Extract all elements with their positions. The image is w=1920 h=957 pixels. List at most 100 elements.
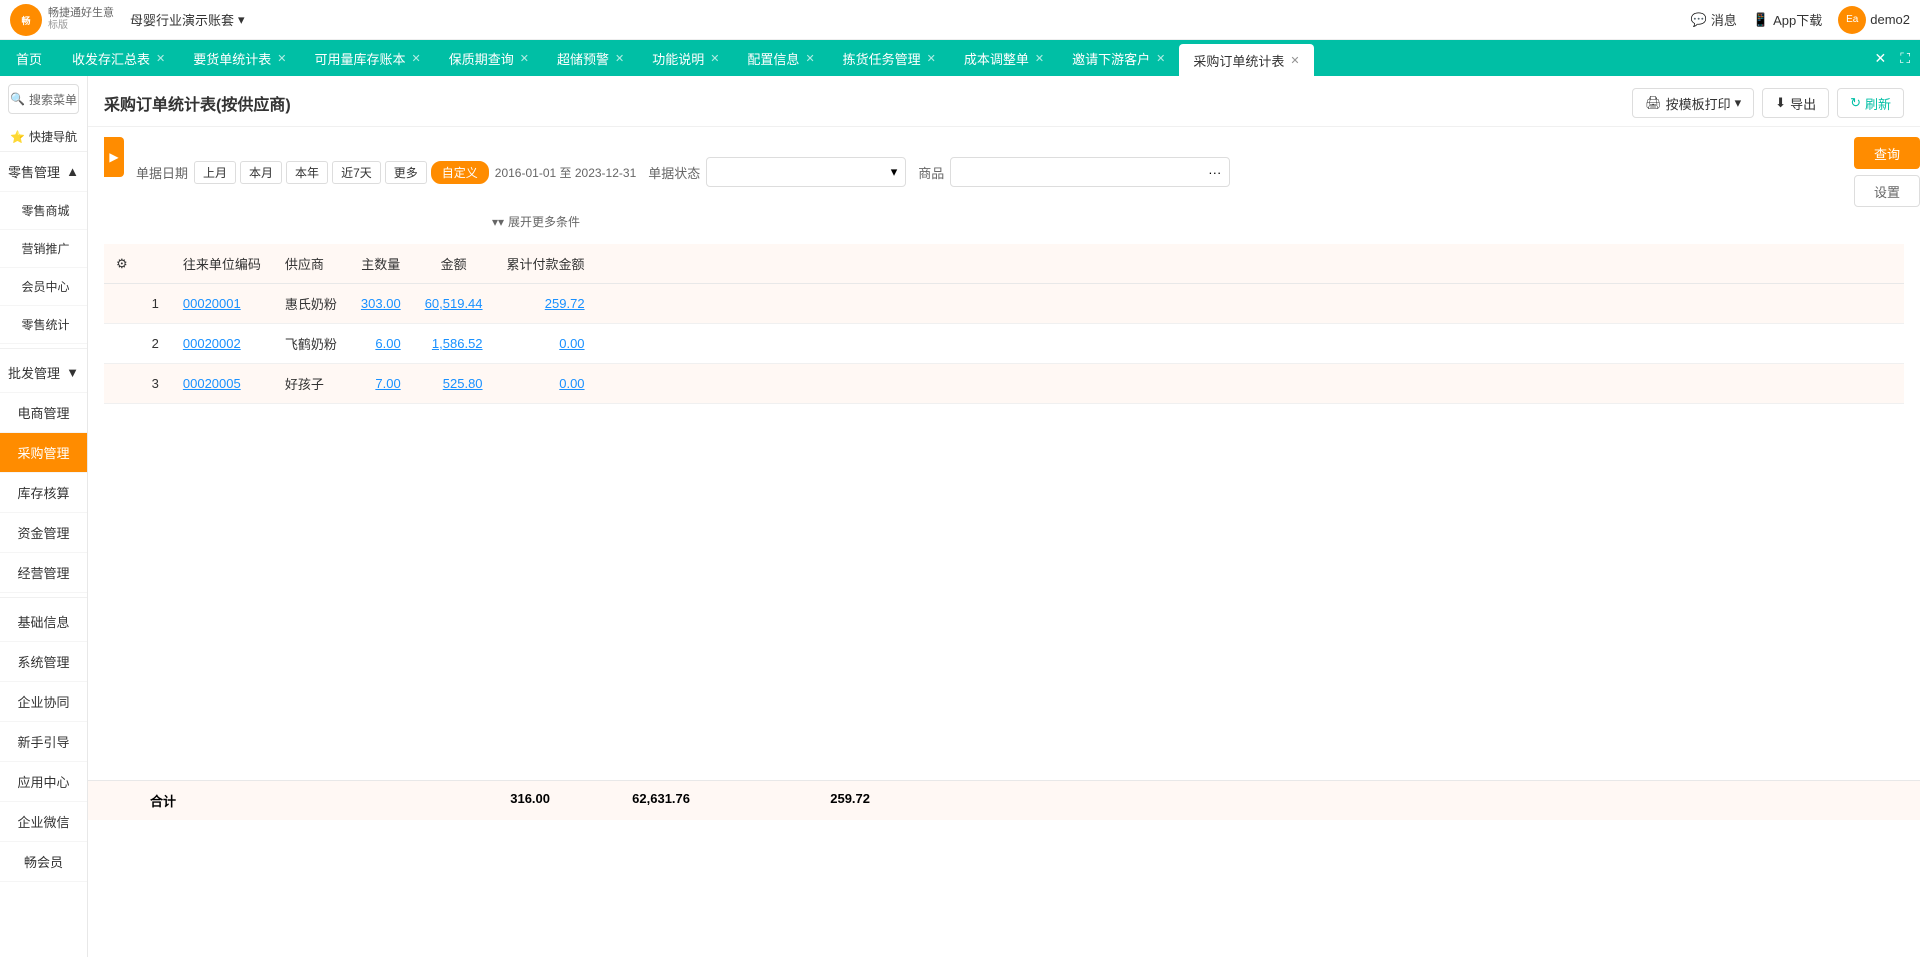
print-btn[interactable]: 🖨 按模板打印 ▾ <box>1632 88 1754 118</box>
search-icon: 🔍 <box>10 92 25 106</box>
sidebar-item-app-center[interactable]: 应用中心 <box>0 762 87 802</box>
member-center-label: 会员中心 <box>21 280 69 294</box>
row-unit-code-2[interactable]: 00020002 <box>171 324 273 364</box>
close-icon[interactable]: ✕ <box>1290 54 1299 67</box>
table-container: ⚙ 往来单位编码 供应商 主数量 金额 累计付款金额 <box>88 244 1920 420</box>
logo-text: 畅捷通好生意 标版 <box>48 7 114 32</box>
sidebar-item-member-center[interactable]: 会员中心 <box>0 268 87 306</box>
row-amount-2[interactable]: 1,586.52 <box>413 324 495 364</box>
shortcut-more[interactable]: 更多 <box>385 161 427 184</box>
table-row: 1 00020001 惠氏奶粉 303.00 60,519.44 259.72 <box>104 284 1904 324</box>
close-icon[interactable]: ✕ <box>277 52 286 65</box>
sidebar-item-inventory-check[interactable]: 库存核算 <box>0 473 87 513</box>
row-settings-cell <box>104 324 140 364</box>
sidebar-item-marketing[interactable]: 营销推广 <box>0 230 87 268</box>
tab-func-desc-label: 功能说明 <box>652 49 704 68</box>
quick-nav-btn[interactable]: ⭐ 快捷导航 <box>0 122 87 152</box>
sidebar-item-basic-info[interactable]: 基础信息 <box>0 602 87 642</box>
row-qty-2[interactable]: 6.00 <box>349 324 413 364</box>
sidebar-item-wholesale-mgmt[interactable]: 批发管理 ▼ <box>0 353 87 393</box>
status-select[interactable]: ▾ <box>706 157 906 187</box>
row-qty-1[interactable]: 303.00 <box>349 284 413 324</box>
close-icon[interactable]: ✕ <box>805 52 814 65</box>
nav-maximize-btn[interactable]: ⛶ <box>1894 48 1916 69</box>
expand-more-label: 展开更多条件 <box>508 213 580 230</box>
nav-right-btns: ✕ ⛶ <box>1868 48 1920 69</box>
row-amount-3[interactable]: 525.80 <box>413 364 495 404</box>
row-paid-2[interactable]: 0.00 <box>495 324 597 364</box>
nav-tabs: 首页 收发存汇总表 ✕ 要货单统计表 ✕ 可用量库存账本 ✕ 保质期查询 ✕ 超… <box>0 40 1920 76</box>
username-label: demo2 <box>1870 12 1910 27</box>
footer-label: 合计 <box>150 791 410 810</box>
sidebar-item-finance-mgmt[interactable]: 资金管理 <box>0 513 87 553</box>
sidebar-item-purchase-mgmt[interactable]: 采购管理 <box>0 433 87 473</box>
shortcut-last-month[interactable]: 上月 <box>194 161 236 184</box>
filter-wrapper: ▶ 单据日期 上月 本月 本年 近7天 更多 <box>88 127 1920 236</box>
shortcut-this-month[interactable]: 本月 <box>240 161 282 184</box>
collapse-toggle-btn[interactable]: ▶ <box>104 137 124 177</box>
tab-home[interactable]: 首页 <box>0 40 58 76</box>
tab-cost-adjust[interactable]: 成本调整单 ✕ <box>950 40 1058 76</box>
goods-input[interactable]: ··· <box>950 157 1230 187</box>
th-amount: 金额 <box>413 244 495 284</box>
sidebar-item-retail-mall[interactable]: 零售商城 <box>0 192 87 230</box>
tab-overstock-warning[interactable]: 超储预警 ✕ <box>543 40 638 76</box>
tab-purchase-order-stats[interactable]: 采购订单统计表 ✕ <box>1179 44 1313 76</box>
close-icon[interactable]: ✕ <box>710 52 719 65</box>
tab-func-desc[interactable]: 功能说明 ✕ <box>638 40 733 76</box>
message-btn[interactable]: 💬 消息 <box>1691 10 1737 29</box>
sidebar-item-enterprise-wechat[interactable]: 企业微信 <box>0 802 87 842</box>
sidebar-item-new-guide[interactable]: 新手引导 <box>0 722 87 762</box>
close-icon[interactable]: ✕ <box>927 52 936 65</box>
query-btn[interactable]: 查询 <box>1854 137 1920 169</box>
shortcut-last-7-days[interactable]: 近7天 <box>332 161 381 184</box>
sidebar-item-system-mgmt[interactable]: 系统管理 <box>0 642 87 682</box>
top-bar-right: 💬 消息 📱 App下载 Ea demo2 <box>1691 6 1910 34</box>
chevron-down-icon: ▼ <box>66 365 79 380</box>
tab-pickup-task[interactable]: 拣货任务管理 ✕ <box>829 40 950 76</box>
close-icon[interactable]: ✕ <box>412 52 421 65</box>
tab-cost-adjust-label: 成本调整单 <box>964 49 1029 68</box>
row-unit-code-1[interactable]: 00020001 <box>171 284 273 324</box>
th-settings[interactable]: ⚙ <box>104 244 140 284</box>
close-icon[interactable]: ✕ <box>615 52 624 65</box>
workspace-selector[interactable]: 母婴行业演示账套 ▾ <box>122 6 253 33</box>
sidebar-item-vip-member[interactable]: 畅会员 <box>0 842 87 882</box>
more-icon: ··· <box>1208 165 1221 180</box>
printer-icon: 🖨 <box>1645 95 1662 111</box>
close-icon[interactable]: ✕ <box>156 52 165 65</box>
app-download-btn[interactable]: 📱 App下载 <box>1753 10 1822 29</box>
tab-goods-stats[interactable]: 要货单统计表 ✕ <box>179 40 300 76</box>
sidebar-item-retail-stats[interactable]: 零售统计 <box>0 306 87 344</box>
close-icon[interactable]: ✕ <box>520 52 529 65</box>
settings-btn[interactable]: 设置 <box>1854 175 1920 207</box>
export-btn[interactable]: ⬇ 导出 <box>1762 88 1829 118</box>
sidebar-item-enterprise-collab[interactable]: 企业协同 <box>0 682 87 722</box>
tab-available-stock[interactable]: 可用量库存账本 ✕ <box>300 40 434 76</box>
sidebar-item-ops-mgmt[interactable]: 经营管理 <box>0 553 87 593</box>
row-paid-3[interactable]: 0.00 <box>495 364 597 404</box>
export-label: 导出 <box>1790 94 1816 113</box>
refresh-btn[interactable]: ↻ 刷新 <box>1837 88 1904 118</box>
ecommerce-mgmt-label: 电商管理 <box>17 406 69 421</box>
sidebar-item-ecommerce-mgmt[interactable]: 电商管理 <box>0 393 87 433</box>
close-icon[interactable]: ✕ <box>1156 52 1165 65</box>
tab-invite-downstream[interactable]: 邀请下游客户 ✕ <box>1058 40 1179 76</box>
tab-collect-send[interactable]: 收发存汇总表 ✕ <box>58 40 179 76</box>
shortcut-custom[interactable]: 自定义 <box>431 161 489 184</box>
row-amount-1[interactable]: 60,519.44 <box>413 284 495 324</box>
expand-more-btn[interactable]: ▾▾ 展开更多条件 <box>136 207 936 236</box>
row-qty-3[interactable]: 7.00 <box>349 364 413 404</box>
search-menu-btn[interactable]: 🔍 搜索菜单 <box>8 84 79 114</box>
close-icon[interactable]: ✕ <box>1035 52 1044 65</box>
tab-config-info[interactable]: 配置信息 ✕ <box>733 40 828 76</box>
chevron-down-icon: ▾ <box>238 12 245 28</box>
user-profile[interactable]: Ea demo2 <box>1838 6 1910 34</box>
th-paid-amount: 累计付款金额 <box>495 244 597 284</box>
sidebar-item-retail-mgmt[interactable]: 零售管理 ▲ <box>0 152 87 192</box>
row-unit-code-3[interactable]: 00020005 <box>171 364 273 404</box>
shortcut-this-year[interactable]: 本年 <box>286 161 328 184</box>
tab-expiry-query[interactable]: 保质期查询 ✕ <box>435 40 543 76</box>
row-paid-1[interactable]: 259.72 <box>495 284 597 324</box>
nav-close-btn[interactable]: ✕ <box>1868 48 1892 69</box>
